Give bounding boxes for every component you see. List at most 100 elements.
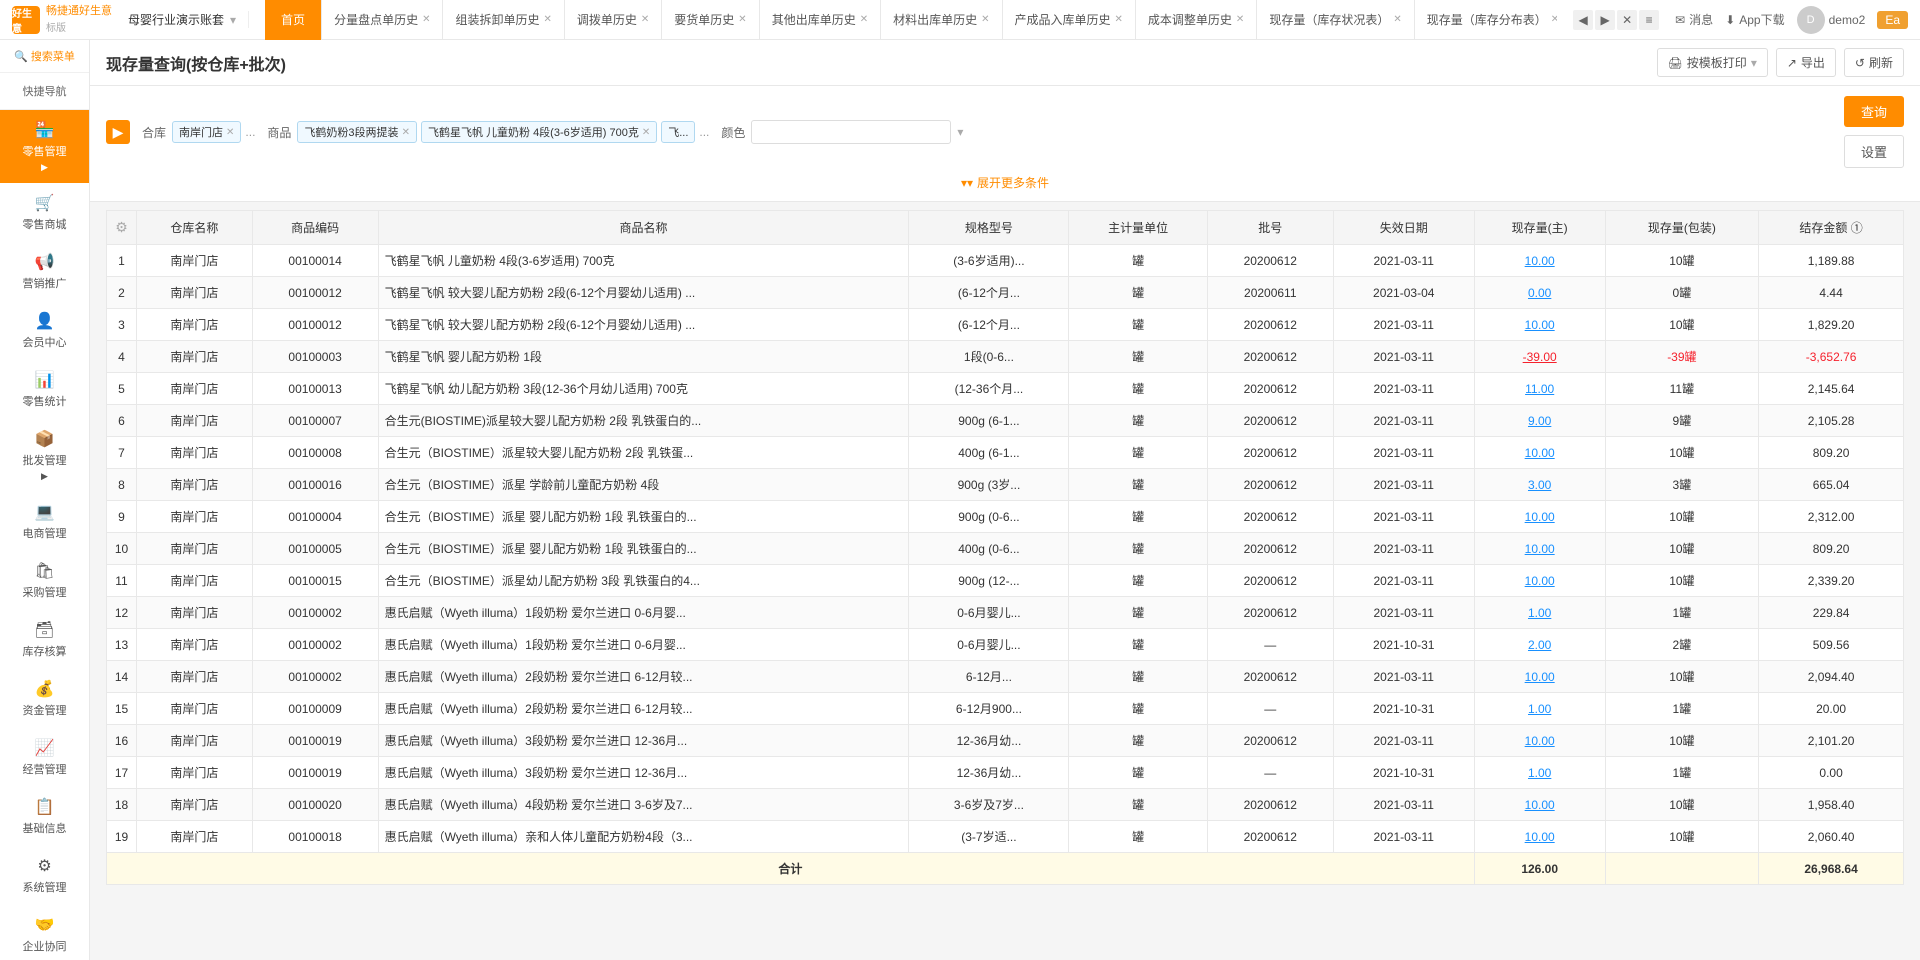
sidebar-item-retail-shop[interactable]: 🛒 零售商城 (0, 183, 89, 242)
sidebar-item-ecommerce[interactable]: 💻 电商管理 (0, 492, 89, 551)
cell-stock-main[interactable]: 10.00 (1474, 533, 1605, 565)
cell-no: 15 (107, 693, 137, 725)
quick-nav-label[interactable]: 快捷导航 (0, 77, 89, 105)
cell-stock-main[interactable]: 1.00 (1474, 693, 1605, 725)
cell-stock-main[interactable]: 9.00 (1474, 405, 1605, 437)
cell-stock-main[interactable]: 11.00 (1474, 373, 1605, 405)
query-btn[interactable]: 查询 (1844, 96, 1904, 127)
finance-icon: 💰 (35, 679, 55, 699)
cell-stock-main[interactable]: 10.00 (1474, 789, 1605, 821)
sidebar-label-retail-shop: 零售商城 (23, 216, 67, 232)
cell-stock-main[interactable]: 10.00 (1474, 565, 1605, 597)
sidebar-item-purchase[interactable]: 🛍 采购管理 (0, 551, 89, 610)
color-input[interactable] (751, 120, 951, 144)
cell-stock-main[interactable]: 10.00 (1474, 437, 1605, 469)
setting-btn[interactable]: 设置 (1844, 135, 1904, 168)
sidebar-item-retail-stats[interactable]: 📊 零售统计 (0, 360, 89, 419)
export-btn[interactable]: ↗ 导出 (1776, 48, 1836, 77)
cell-code: 00100016 (252, 469, 378, 501)
table-header-row: ⚙ 仓库名称 商品编码 商品名称 规格型号 主计量单位 批号 失效日期 现存量(… (107, 211, 1904, 245)
sidebar-item-basic-info[interactable]: 📋 基础信息 (0, 787, 89, 846)
color-dropdown[interactable]: ▾ (957, 125, 963, 139)
cell-stock-main[interactable]: -39.00 (1474, 341, 1605, 373)
cell-spec: 400g (6-1... (909, 437, 1069, 469)
sidebar-item-system[interactable]: ⚙ 系统管理 (0, 846, 89, 905)
product-tag-2: 飞鹤星飞帆 儿童奶粉 4段(3-6岁适用) 700克 ✕ (421, 121, 657, 143)
cell-name: 惠氏启赋（Wyeth illuma）3段奶粉 爱尔兰进口 12-36月... (378, 757, 909, 789)
retail-icon: 🏪 (35, 120, 55, 140)
sidebar-item-marketing[interactable]: 📢 营销推广 (0, 242, 89, 301)
settings-icon[interactable]: ⚙ (115, 219, 128, 235)
cell-stock-main[interactable]: 10.00 (1474, 245, 1605, 277)
app-download-btn[interactable]: ⬇ App下载 (1725, 11, 1784, 28)
cell-warehouse: 南岸门店 (137, 437, 253, 469)
tab-fenliangpandian[interactable]: 分量盘点单历史 ✕ (322, 0, 443, 40)
account-selector[interactable]: 母婴行业演示账套 ▾ (128, 11, 249, 28)
filter-expand-btn[interactable]: ▶ (106, 120, 130, 144)
message-btn[interactable]: ✉ 消息 (1675, 11, 1713, 28)
cell-stock-main[interactable]: 10.00 (1474, 501, 1605, 533)
product-label: 商品 (267, 124, 291, 141)
expand-more-conditions[interactable]: ▾▾ 展开更多条件 (106, 174, 1904, 191)
sidebar-item-member[interactable]: 👤 会员中心 (0, 301, 89, 360)
warehouse-tag-close[interactable]: ✕ (226, 127, 234, 138)
sidebar-item-business[interactable]: 📈 经营管理 (0, 728, 89, 787)
cell-no: 13 (107, 629, 137, 661)
cell-warehouse: 南岸门店 (137, 629, 253, 661)
tab-xiancunliang-fenbu[interactable]: 现存量（库存分布表）✕ (1415, 0, 1557, 40)
cell-stock-main[interactable]: 3.00 (1474, 469, 1605, 501)
page-title: 现存量查询(按仓库+批次) (106, 51, 286, 75)
tab-chanchengruku[interactable]: 产成品入库单历史 ✕ (1003, 0, 1136, 40)
tab-zuzhuangchaijian[interactable]: 组装拆卸单历史 ✕ (443, 0, 564, 40)
sidebar-item-finance[interactable]: 💰 资金管理 (0, 669, 89, 728)
cell-balance: 1,829.20 (1759, 309, 1904, 341)
cell-stock-main[interactable]: 10.00 (1474, 309, 1605, 341)
sidebar-item-collab[interactable]: 🤝 企业协同 (0, 905, 89, 960)
product-more[interactable]: ... (699, 125, 709, 139)
tab-cailiaochuku[interactable]: 材料出库单历史 ✕ (881, 0, 1002, 40)
col-settings[interactable]: ⚙ (107, 211, 137, 245)
tab-yaohuo[interactable]: 要货单历史 ✕ (662, 0, 759, 40)
sidebar-quick-nav[interactable]: 快捷导航 (0, 73, 89, 110)
cell-stock-main[interactable]: 10.00 (1474, 821, 1605, 853)
tab-diaobodanlishi[interactable]: 调拨单历史 ✕ (565, 0, 662, 40)
cell-stock-main[interactable]: 1.00 (1474, 597, 1605, 629)
cell-stock-main[interactable]: 0.00 (1474, 277, 1605, 309)
tab-close-all[interactable]: ✕ (1617, 10, 1637, 30)
print-btn[interactable]: 🖨 按模板打印 ▾ (1657, 48, 1768, 77)
product-tag-close-1[interactable]: ✕ (402, 127, 410, 138)
dropdown-icon[interactable]: ▾ (230, 13, 236, 27)
sidebar-item-wholesale[interactable]: 📦 批发管理 ▶ (0, 419, 89, 492)
tab-qitachuku[interactable]: 其他出库单历史 ✕ (760, 0, 881, 40)
cell-stock-main[interactable]: 2.00 (1474, 629, 1605, 661)
cell-code: 00100019 (252, 757, 378, 789)
cell-stock-main[interactable]: 10.00 (1474, 661, 1605, 693)
tab-chengbentiaozhen[interactable]: 成本调整单历史 ✕ (1136, 0, 1257, 40)
user-info[interactable]: D demo2 (1797, 6, 1866, 34)
product-tag-close-2[interactable]: ✕ (642, 127, 650, 138)
cell-stock-main[interactable]: 1.00 (1474, 757, 1605, 789)
tab-prev[interactable]: ◀ (1573, 10, 1593, 30)
table-row: 4 南岸门店 00100003 飞鹤星飞帆 婴儿配方奶粉 1段 1段(0-6..… (107, 341, 1904, 373)
sidebar-item-inventory[interactable]: 🗃 库存核算 (0, 610, 89, 669)
expand-btn[interactable]: Ea (1877, 11, 1908, 29)
sidebar-search[interactable]: 🔍 搜索菜单 (0, 40, 89, 73)
sidebar-item-retail-mgmt[interactable]: 🏪 零售管理 ▶ (0, 110, 89, 183)
print-dropdown-icon[interactable]: ▾ (1751, 56, 1757, 70)
tab-home[interactable]: 首页 (265, 0, 322, 40)
cell-stock-main[interactable]: 10.00 (1474, 725, 1605, 757)
tab-menu[interactable]: ≡ (1639, 10, 1659, 30)
cell-balance: 809.20 (1759, 437, 1904, 469)
tab-xiancunliang-kuanzhuang[interactable]: 现存量（库存状况表）✕ (1257, 0, 1414, 40)
page-header: 现存量查询(按仓库+批次) 🖨 按模板打印 ▾ ↗ 导出 ↺ 刷新 (90, 40, 1920, 86)
tab-next[interactable]: ▶ (1595, 10, 1615, 30)
cell-stock-pkg: -39罐 (1605, 341, 1759, 373)
cell-batch: 20200612 (1207, 437, 1333, 469)
refresh-btn[interactable]: ↺ 刷新 (1844, 48, 1904, 77)
cell-balance: 0.00 (1759, 757, 1904, 789)
warehouse-more[interactable]: ... (245, 125, 255, 139)
cell-unit: 罐 (1069, 373, 1207, 405)
action-buttons: 查询 设置 (1844, 96, 1904, 168)
table-row: 15 南岸门店 00100009 惠氏启赋（Wyeth illuma）2段奶粉 … (107, 693, 1904, 725)
cell-batch: — (1207, 757, 1333, 789)
